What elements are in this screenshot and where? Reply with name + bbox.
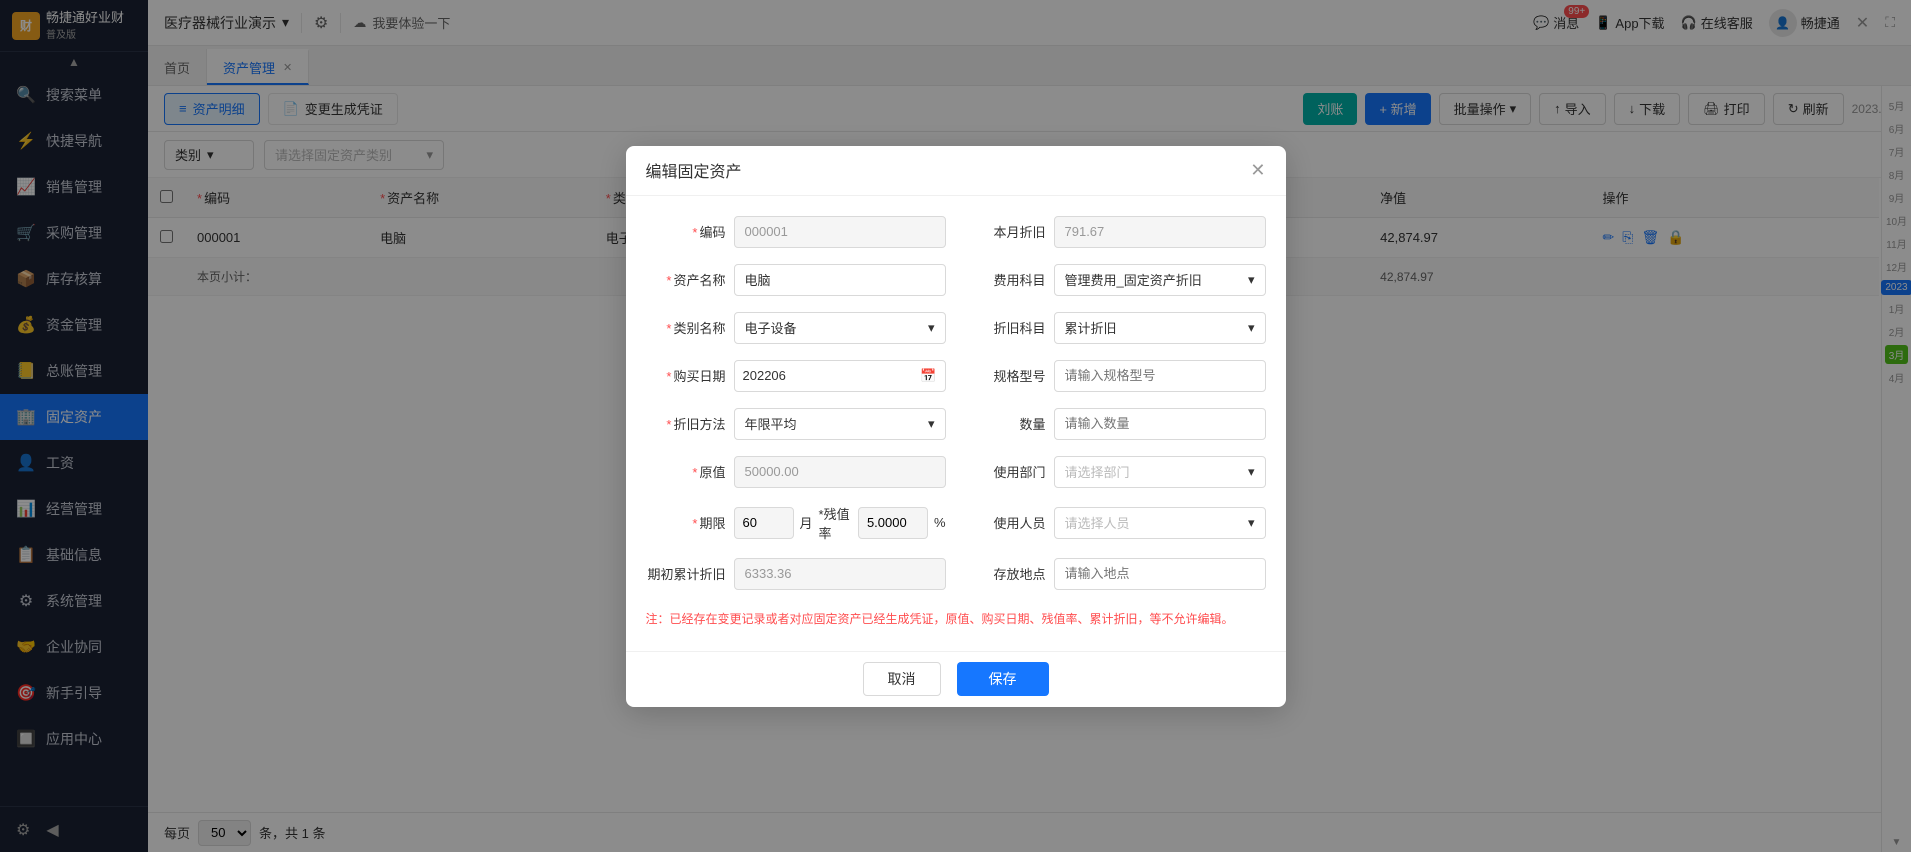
- user-label: 使用人员: [966, 513, 1046, 532]
- period-inline: 月 *残值率 %: [734, 504, 946, 542]
- location-input[interactable]: [1054, 558, 1266, 590]
- category-label: *类别名称: [646, 318, 726, 337]
- name-label: *资产名称: [646, 270, 726, 289]
- spec-input[interactable]: [1054, 360, 1266, 392]
- quantity-label: 数量: [966, 414, 1046, 433]
- residual-rate-label: *残值率: [819, 504, 852, 542]
- period-unit: 月: [800, 513, 813, 532]
- modal-footer: 取消 保存: [626, 651, 1286, 707]
- monthly-label: 本月折旧: [966, 222, 1046, 241]
- dropdown-icon: ▾: [1248, 464, 1255, 480]
- form-row-user: 使用人员 请选择人员 ▾: [966, 504, 1266, 542]
- form-row-purchase-date: *购买日期 202206 📅: [646, 360, 946, 392]
- expense-label: 费用科目: [966, 270, 1046, 289]
- form-row-dep-method: *折旧方法 年限平均 ▾: [646, 408, 946, 440]
- cancel-btn[interactable]: 取消: [863, 662, 941, 696]
- period-label: *期限: [646, 513, 726, 532]
- quantity-input[interactable]: [1054, 408, 1266, 440]
- purchase-date-label: *购买日期: [646, 366, 726, 385]
- location-label: 存放地点: [966, 564, 1046, 583]
- form-row-spec: 规格型号: [966, 360, 1266, 392]
- form-row-name: *资产名称: [646, 264, 946, 296]
- modal-header: 编辑固定资产 ✕: [626, 146, 1286, 196]
- form-row-expense: 费用科目 管理费用_固定资产折旧 ▾: [966, 264, 1266, 296]
- form-row-original-value: *原值: [646, 456, 946, 488]
- form-row-accum-dep: 期初累计折旧: [646, 558, 946, 590]
- dep-method-select[interactable]: 年限平均 ▾: [734, 408, 946, 440]
- user-select[interactable]: 请选择人员 ▾: [1054, 507, 1266, 539]
- period-input: [734, 507, 794, 539]
- residual-rate-input: [858, 507, 928, 539]
- modal-overlay: 编辑固定资产 ✕ *编码 本月折旧 *资产名称 费用科: [0, 0, 1911, 852]
- modal-note: 注：已经存在变更记录或者对应固定资产已经生成凭证，原值、购买日期、残值率、累计折…: [646, 606, 1266, 631]
- original-value-label: *原值: [646, 462, 726, 481]
- dep-subject-label: 折旧科目: [966, 318, 1046, 337]
- form-row-dep-subject: 折旧科目 累计折旧 ▾: [966, 312, 1266, 344]
- residual-rate-unit: %: [934, 515, 946, 530]
- dropdown-icon: ▾: [928, 416, 935, 432]
- department-label: 使用部门: [966, 462, 1046, 481]
- monthly-input: [1054, 216, 1266, 248]
- modal-close-btn[interactable]: ✕: [1250, 160, 1265, 181]
- spec-label: 规格型号: [966, 366, 1046, 385]
- form-row-department: 使用部门 请选择部门 ▾: [966, 456, 1266, 488]
- name-input[interactable]: [734, 264, 946, 296]
- calendar-icon: 📅: [920, 368, 936, 384]
- form-row-period: *期限 月 *残值率 %: [646, 504, 946, 542]
- form-row-quantity: 数量: [966, 408, 1266, 440]
- purchase-date-input[interactable]: 202206 📅: [734, 360, 946, 392]
- form-row-code: *编码: [646, 216, 946, 248]
- edit-asset-modal: 编辑固定资产 ✕ *编码 本月折旧 *资产名称 费用科: [626, 146, 1286, 707]
- dropdown-icon: ▾: [1248, 320, 1255, 336]
- code-input[interactable]: [734, 216, 946, 248]
- category-select[interactable]: 电子设备 ▾: [734, 312, 946, 344]
- dropdown-icon: ▾: [1248, 272, 1255, 288]
- modal-title: 编辑固定资产: [646, 158, 742, 182]
- accum-dep-label: 期初累计折旧: [646, 564, 726, 583]
- original-value-input: [734, 456, 946, 488]
- dropdown-icon: ▾: [928, 320, 935, 336]
- dep-method-label: *折旧方法: [646, 414, 726, 433]
- dropdown-icon: ▾: [1248, 515, 1255, 531]
- dep-subject-select[interactable]: 累计折旧 ▾: [1054, 312, 1266, 344]
- department-select[interactable]: 请选择部门 ▾: [1054, 456, 1266, 488]
- accum-dep-input: [734, 558, 946, 590]
- code-label: *编码: [646, 222, 726, 241]
- form-row-location: 存放地点: [966, 558, 1266, 590]
- form-row-category: *类别名称 电子设备 ▾: [646, 312, 946, 344]
- expense-select[interactable]: 管理费用_固定资产折旧 ▾: [1054, 264, 1266, 296]
- form-row-monthly: 本月折旧: [966, 216, 1266, 248]
- save-btn[interactable]: 保存: [957, 662, 1049, 696]
- modal-body: *编码 本月折旧 *资产名称 费用科目 管理费用_固定资产折旧 ▾: [626, 196, 1286, 651]
